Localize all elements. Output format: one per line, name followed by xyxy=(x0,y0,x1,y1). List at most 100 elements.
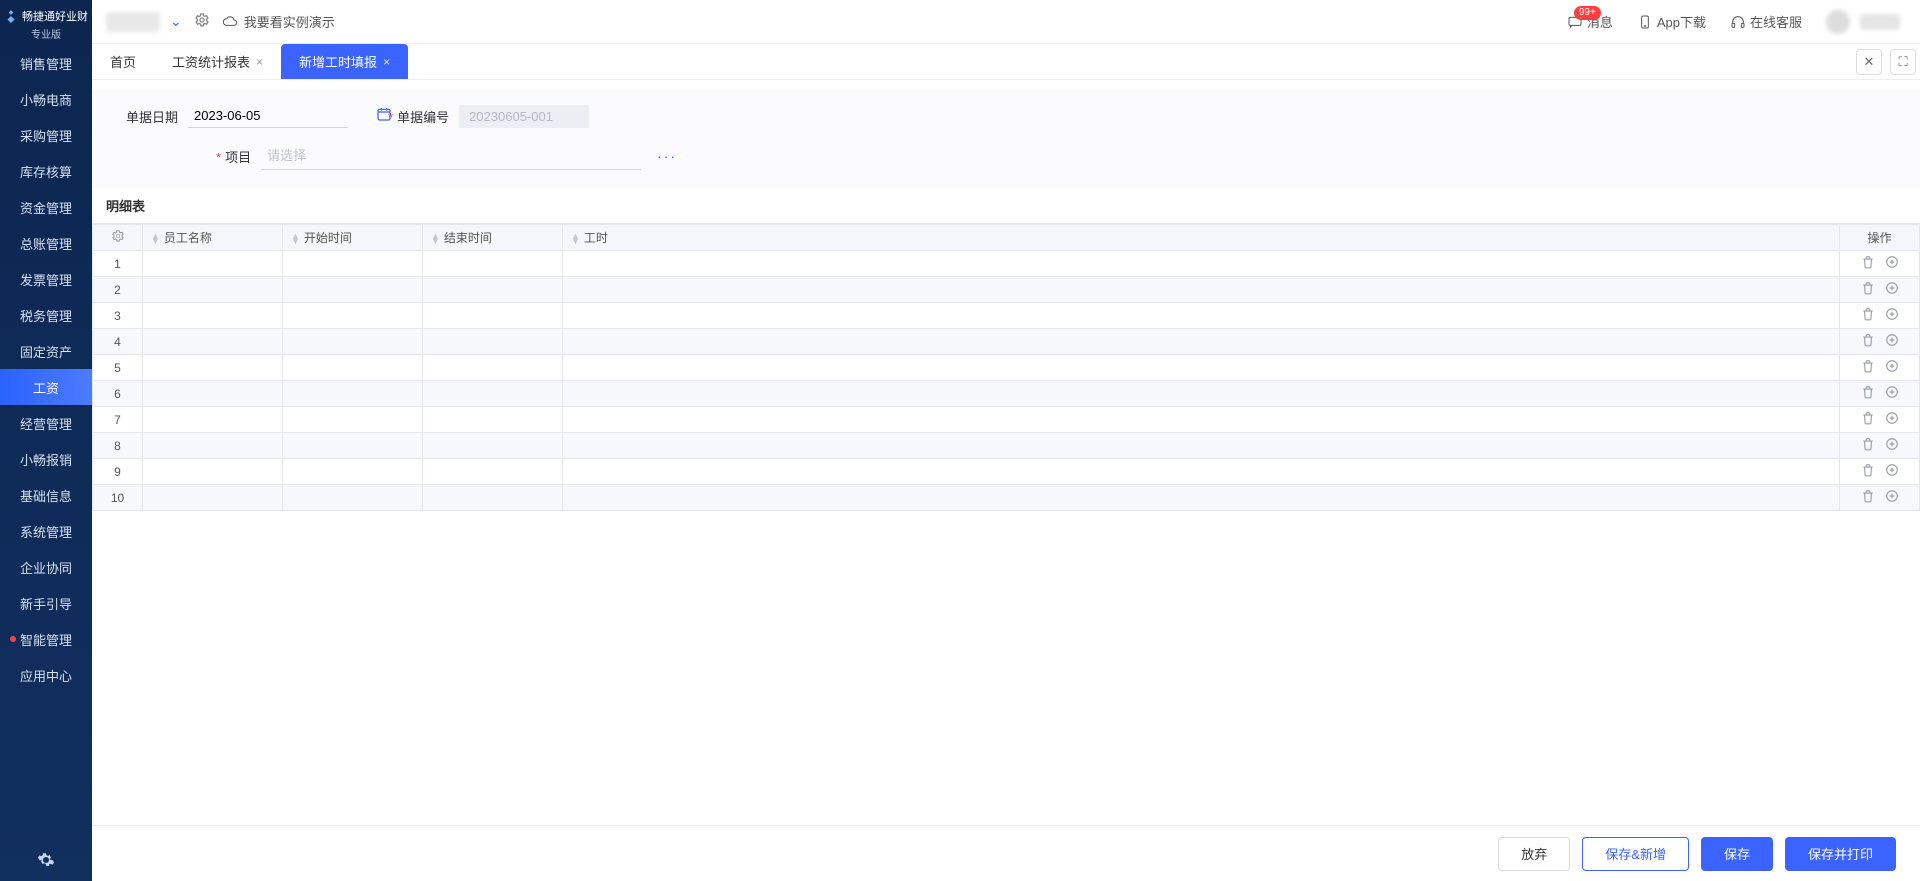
sidebar-item-10[interactable]: 经营管理 xyxy=(0,405,92,441)
cell-employee[interactable] xyxy=(143,459,283,485)
cell-hours[interactable] xyxy=(563,355,1840,381)
tab-close-icon[interactable]: × xyxy=(383,55,390,69)
cell-end[interactable] xyxy=(423,381,563,407)
sidebar-item-11[interactable]: 小畅报销 xyxy=(0,441,92,477)
cell-employee[interactable] xyxy=(143,355,283,381)
tab-2[interactable]: 新增工时填报× xyxy=(281,44,408,79)
row-delete-icon[interactable] xyxy=(1861,437,1875,454)
sidebar-item-6[interactable]: 发票管理 xyxy=(0,261,92,297)
col-hours[interactable]: ▲▼工时 xyxy=(563,225,1840,251)
cell-end[interactable] xyxy=(423,407,563,433)
cell-hours[interactable] xyxy=(563,329,1840,355)
cell-end[interactable] xyxy=(423,355,563,381)
row-add-icon[interactable] xyxy=(1885,307,1899,324)
save-button[interactable]: 保存 xyxy=(1701,837,1773,871)
row-delete-icon[interactable] xyxy=(1861,281,1875,298)
project-input[interactable] xyxy=(261,142,641,170)
sidebar-item-1[interactable]: 小畅电商 xyxy=(0,81,92,117)
cell-start[interactable] xyxy=(283,381,423,407)
cell-start[interactable] xyxy=(283,355,423,381)
cell-start[interactable] xyxy=(283,459,423,485)
demo-link[interactable]: 我要看实例演示 xyxy=(222,12,335,31)
row-delete-icon[interactable] xyxy=(1861,307,1875,324)
discard-button[interactable]: 放弃 xyxy=(1498,837,1570,871)
cell-end[interactable] xyxy=(423,329,563,355)
cell-hours[interactable] xyxy=(563,277,1840,303)
doc-date-input[interactable] xyxy=(188,104,376,127)
sidebar-item-15[interactable]: 新手引导 xyxy=(0,585,92,621)
project-more-icon[interactable]: ··· xyxy=(657,148,677,164)
row-add-icon[interactable] xyxy=(1885,385,1899,402)
row-add-icon[interactable] xyxy=(1885,437,1899,454)
cell-hours[interactable] xyxy=(563,433,1840,459)
cell-hours[interactable] xyxy=(563,407,1840,433)
row-delete-icon[interactable] xyxy=(1861,385,1875,402)
sidebar-item-16[interactable]: 智能管理 xyxy=(0,621,92,657)
cell-employee[interactable] xyxy=(143,303,283,329)
sidebar-item-7[interactable]: 税务管理 xyxy=(0,297,92,333)
sidebar-item-2[interactable]: 采购管理 xyxy=(0,117,92,153)
cell-employee[interactable] xyxy=(143,329,283,355)
user-menu[interactable] xyxy=(1820,10,1906,34)
cell-employee[interactable] xyxy=(143,277,283,303)
sidebar-item-17[interactable]: 应用中心 xyxy=(0,657,92,693)
cell-employee[interactable] xyxy=(143,381,283,407)
sidebar-item-14[interactable]: 企业协同 xyxy=(0,549,92,585)
cell-start[interactable] xyxy=(283,433,423,459)
sidebar-item-0[interactable]: 销售管理 xyxy=(0,45,92,81)
row-delete-icon[interactable] xyxy=(1861,359,1875,376)
sidebar-item-8[interactable]: 固定资产 xyxy=(0,333,92,369)
cell-employee[interactable] xyxy=(143,433,283,459)
col-end-time[interactable]: ▲▼结束时间 xyxy=(423,225,563,251)
org-settings-icon[interactable] xyxy=(194,12,210,31)
save-and-print-button[interactable]: 保存并打印 xyxy=(1785,837,1896,871)
cell-end[interactable] xyxy=(423,277,563,303)
app-download-button[interactable]: App下载 xyxy=(1631,12,1712,31)
cell-end[interactable] xyxy=(423,433,563,459)
row-add-icon[interactable] xyxy=(1885,463,1899,480)
fullscreen-button[interactable]: ⛶ xyxy=(1890,49,1916,75)
sidebar-settings-icon[interactable] xyxy=(37,851,55,872)
row-delete-icon[interactable] xyxy=(1861,489,1875,506)
close-tab-button[interactable]: ✕ xyxy=(1856,49,1882,75)
row-add-icon[interactable] xyxy=(1885,411,1899,428)
sidebar-item-13[interactable]: 系统管理 xyxy=(0,513,92,549)
cell-start[interactable] xyxy=(283,485,423,511)
cell-end[interactable] xyxy=(423,251,563,277)
cell-end[interactable] xyxy=(423,459,563,485)
cell-start[interactable] xyxy=(283,251,423,277)
cell-hours[interactable] xyxy=(563,381,1840,407)
cell-hours[interactable] xyxy=(563,459,1840,485)
row-add-icon[interactable] xyxy=(1885,359,1899,376)
org-selector[interactable]: ⌄ xyxy=(106,12,182,32)
sidebar-item-4[interactable]: 资金管理 xyxy=(0,189,92,225)
row-delete-icon[interactable] xyxy=(1861,333,1875,350)
row-add-icon[interactable] xyxy=(1885,333,1899,350)
col-start-time[interactable]: ▲▼开始时间 xyxy=(283,225,423,251)
cell-employee[interactable] xyxy=(143,407,283,433)
table-config-button[interactable] xyxy=(93,225,143,251)
cell-employee[interactable] xyxy=(143,485,283,511)
cell-start[interactable] xyxy=(283,407,423,433)
cell-hours[interactable] xyxy=(563,303,1840,329)
messages-button[interactable]: 99+ 消息 xyxy=(1561,12,1619,31)
cell-start[interactable] xyxy=(283,303,423,329)
sidebar-item-12[interactable]: 基础信息 xyxy=(0,477,92,513)
cell-hours[interactable] xyxy=(563,251,1840,277)
tab-1[interactable]: 工资统计报表× xyxy=(154,44,281,79)
row-add-icon[interactable] xyxy=(1885,489,1899,506)
cell-start[interactable] xyxy=(283,277,423,303)
cell-employee[interactable] xyxy=(143,251,283,277)
sidebar-item-9[interactable]: 工资 xyxy=(0,369,92,405)
cell-hours[interactable] xyxy=(563,485,1840,511)
cell-end[interactable] xyxy=(423,485,563,511)
row-delete-icon[interactable] xyxy=(1861,463,1875,480)
support-button[interactable]: 在线客服 xyxy=(1724,12,1808,31)
cell-start[interactable] xyxy=(283,329,423,355)
row-add-icon[interactable] xyxy=(1885,281,1899,298)
row-delete-icon[interactable] xyxy=(1861,411,1875,428)
row-delete-icon[interactable] xyxy=(1861,255,1875,272)
tab-0[interactable]: 首页 xyxy=(92,44,154,79)
cell-end[interactable] xyxy=(423,303,563,329)
tab-close-icon[interactable]: × xyxy=(256,55,263,69)
